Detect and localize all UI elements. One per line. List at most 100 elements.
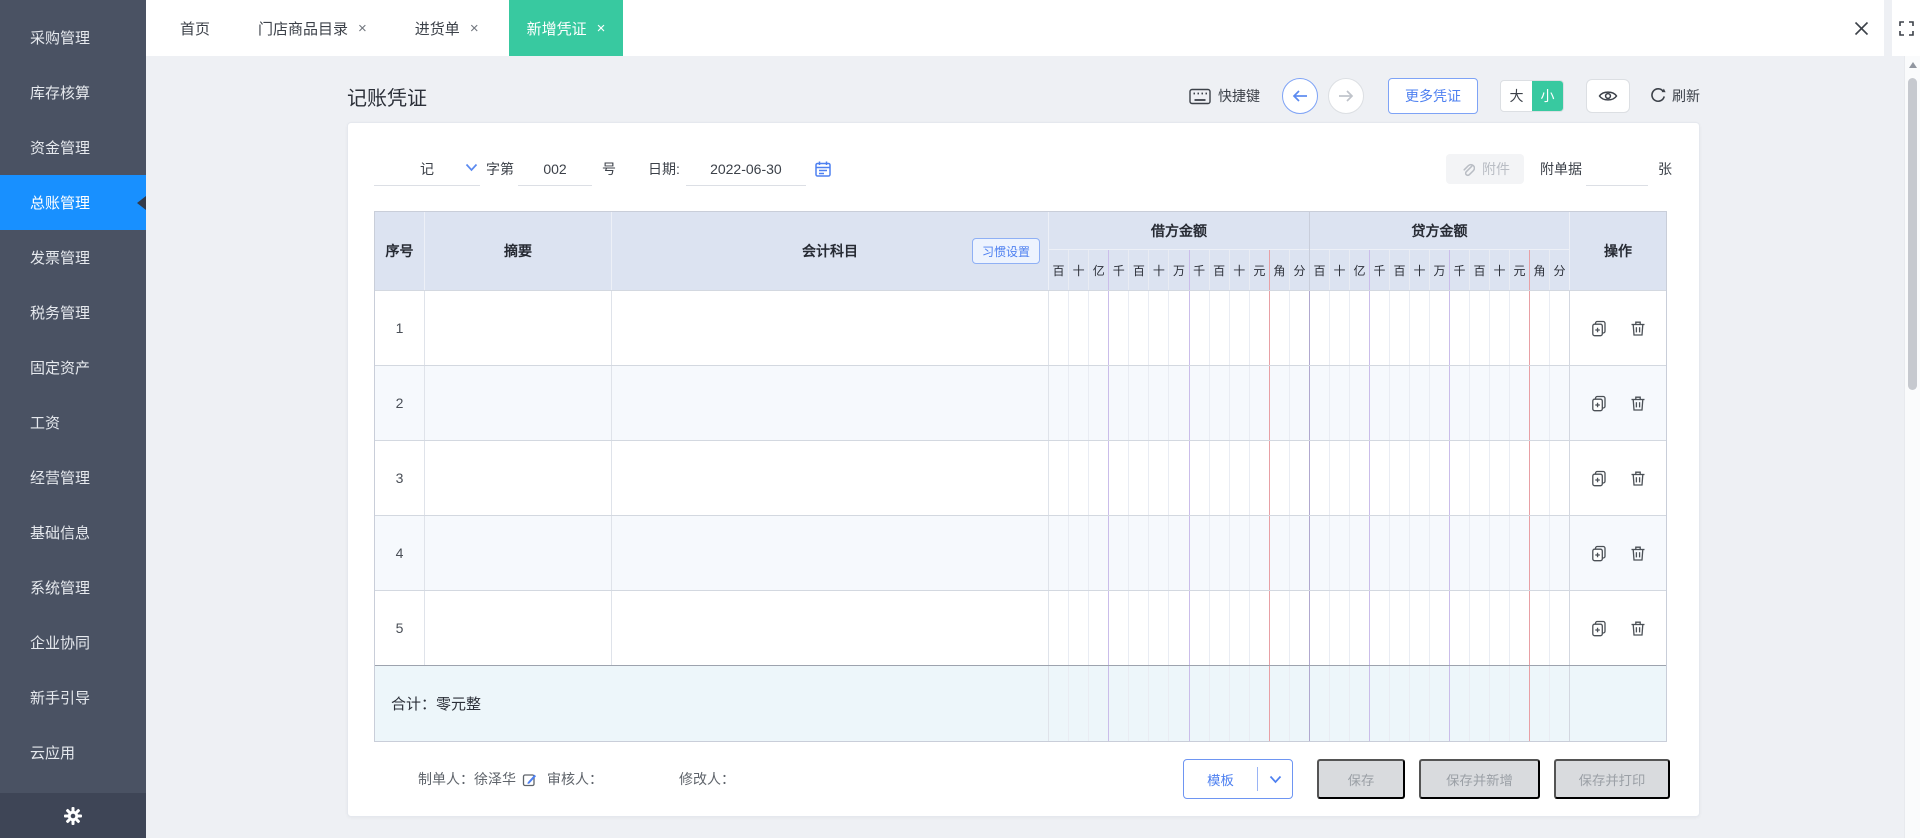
tab-close-icon[interactable]: ×: [597, 21, 606, 36]
delete-row-icon[interactable]: [1630, 470, 1646, 487]
template-button[interactable]: 模板: [1183, 759, 1293, 799]
credit-amount-cells[interactable]: [1310, 591, 1570, 665]
attachment-button[interactable]: 附件: [1446, 154, 1524, 184]
sidebar-item[interactable]: 库存核算: [0, 65, 146, 120]
digit-cell: [1530, 366, 1550, 440]
header-action: 操作: [1604, 243, 1632, 259]
account-cell[interactable]: [612, 591, 1049, 665]
account-cell[interactable]: [612, 291, 1049, 365]
sidebar-item[interactable]: 经营管理: [0, 450, 146, 505]
save-and-new-button[interactable]: 保存并新增: [1419, 759, 1540, 799]
digit-cell: [1350, 591, 1370, 665]
fullscreen-icon[interactable]: [1898, 20, 1914, 36]
account-cell[interactable]: [612, 366, 1049, 440]
vertical-scrollbar[interactable]: [1904, 56, 1920, 838]
size-small-option[interactable]: 小: [1532, 81, 1563, 111]
sidebar-item[interactable]: 税务管理: [0, 285, 146, 340]
account-cell[interactable]: [612, 441, 1049, 515]
calendar-icon[interactable]: [814, 160, 832, 178]
digit-cell: 十: [1230, 250, 1250, 290]
edit-icon[interactable]: [522, 772, 537, 787]
sidebar-item-label: 经营管理: [30, 470, 91, 487]
summary-cell[interactable]: [425, 441, 612, 515]
size-large-option[interactable]: 大: [1501, 81, 1532, 111]
sidebar-item[interactable]: 工资: [0, 395, 146, 450]
voucher-number-suffix: 号: [602, 161, 616, 177]
digit-cell: [1430, 441, 1450, 515]
credit-amount-cells[interactable]: [1310, 291, 1570, 365]
refresh-button[interactable]: 刷新: [1650, 86, 1700, 106]
scrollbar-thumb[interactable]: [1908, 78, 1917, 390]
seq-cell: 2: [375, 366, 425, 440]
sidebar-item[interactable]: 采购管理: [0, 10, 146, 65]
visibility-button[interactable]: [1586, 79, 1630, 113]
copy-row-icon[interactable]: [1591, 545, 1608, 562]
close-pane-icon[interactable]: [1853, 20, 1870, 37]
debit-amount-cells[interactable]: [1049, 366, 1310, 440]
previous-voucher-button[interactable]: [1282, 78, 1318, 114]
summary-cell[interactable]: [425, 516, 612, 590]
delete-row-icon[interactable]: [1630, 320, 1646, 337]
debit-amount-cells[interactable]: [1049, 591, 1310, 665]
debit-amount-cells[interactable]: [1049, 516, 1310, 590]
summary-cell[interactable]: [425, 366, 612, 440]
delete-row-icon[interactable]: [1630, 620, 1646, 637]
app-window: 采购管理 库存核算 资金管理总账管理发票管理 税务管理 固定资产 工资经营管理基础信息 系统…: [0, 0, 1920, 838]
copy-row-icon[interactable]: [1591, 395, 1608, 412]
voucher-number-input[interactable]: 002: [518, 152, 592, 186]
digit-cell: [1089, 291, 1110, 365]
sidebar-item[interactable]: 企业协同: [0, 615, 146, 670]
more-vouchers-button[interactable]: 更多凭证: [1388, 78, 1478, 114]
sidebar-item[interactable]: 固定资产: [0, 340, 146, 395]
credit-amount-cells[interactable]: [1310, 366, 1570, 440]
summary-cell[interactable]: [425, 591, 612, 665]
debit-amount-cells[interactable]: [1049, 291, 1310, 365]
habit-settings-button[interactable]: 习惯设置: [971, 238, 1040, 264]
tab-close-icon[interactable]: ×: [470, 21, 479, 36]
digit-cell: [1470, 291, 1490, 365]
sidebar-item-label: 总账管理: [30, 195, 91, 212]
voucher-word-select[interactable]: 记: [374, 152, 480, 186]
tab[interactable]: 新增凭证 ×: [508, 0, 624, 56]
digit-cell: [1169, 591, 1190, 665]
digit-cell: [1510, 291, 1530, 365]
tab-close-icon[interactable]: ×: [358, 21, 367, 36]
copy-row-icon[interactable]: [1591, 620, 1608, 637]
tab[interactable]: 首页: [162, 0, 228, 56]
credit-amount-cells[interactable]: [1310, 516, 1570, 590]
scroll-up-arrow-icon[interactable]: [1905, 56, 1920, 74]
credit-amount-cells[interactable]: [1310, 441, 1570, 515]
digit-cell: 角: [1270, 250, 1290, 290]
action-cell: [1570, 366, 1666, 440]
tab[interactable]: 门店商品目录 ×: [240, 0, 385, 56]
date-input[interactable]: 2022-06-30: [685, 152, 806, 186]
copy-row-icon[interactable]: [1591, 470, 1608, 487]
sidebar-item[interactable]: 云应用: [0, 725, 146, 780]
tab[interactable]: 进货单 ×: [397, 0, 497, 56]
next-voucher-button[interactable]: [1328, 78, 1364, 114]
digit-cell: [1270, 516, 1290, 590]
digit-cell: [1089, 366, 1110, 440]
shortcut-button[interactable]: 快捷键: [1189, 86, 1260, 106]
digit-cell: [1069, 666, 1090, 741]
attach-doc-input[interactable]: [1586, 152, 1648, 186]
save-and-print-button[interactable]: 保存并打印: [1554, 759, 1670, 799]
template-dropdown[interactable]: [1258, 775, 1292, 784]
save-button[interactable]: 保存: [1317, 759, 1405, 799]
account-cell[interactable]: [612, 516, 1049, 590]
delete-row-icon[interactable]: [1630, 545, 1646, 562]
digit-cell: [1250, 366, 1270, 440]
sidebar-item[interactable]: 基础信息: [0, 505, 146, 560]
copy-row-icon[interactable]: [1591, 320, 1608, 337]
delete-row-icon[interactable]: [1630, 395, 1646, 412]
sidebar-item[interactable]: 新手引导: [0, 670, 146, 725]
sidebar-item[interactable]: 资金管理: [0, 120, 146, 175]
seq-cell: 4: [375, 516, 425, 590]
sidebar-item[interactable]: 发票管理: [0, 230, 146, 285]
gear-icon[interactable]: [62, 805, 84, 827]
sidebar-item[interactable]: 总账管理: [0, 175, 146, 230]
sidebar-item[interactable]: 系统管理: [0, 560, 146, 615]
digit-cell: [1370, 591, 1390, 665]
summary-cell[interactable]: [425, 291, 612, 365]
debit-amount-cells[interactable]: [1049, 441, 1310, 515]
